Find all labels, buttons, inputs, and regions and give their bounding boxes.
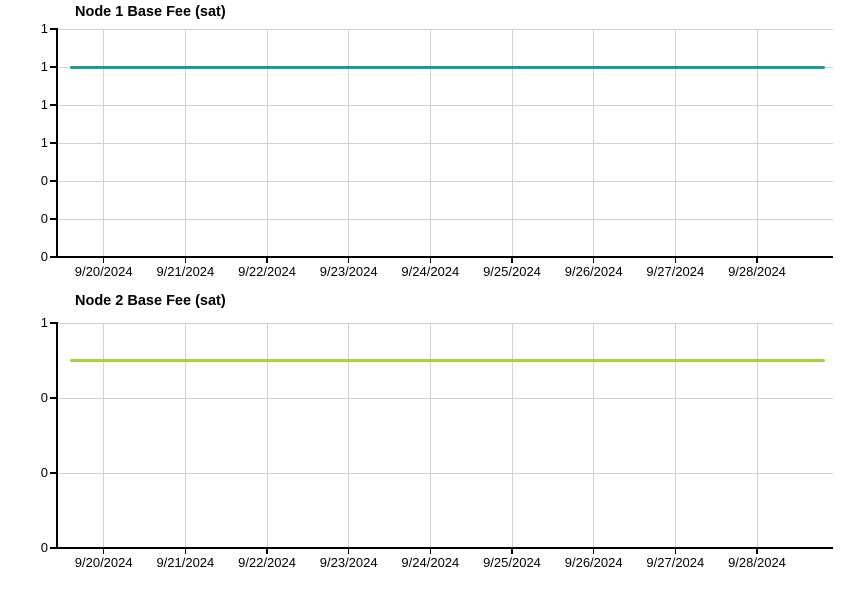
y-axis-line <box>56 323 58 549</box>
x-axis-tick-mark <box>266 548 268 554</box>
gridline-vertical <box>184 323 186 548</box>
y-axis-tick-mark <box>49 322 58 324</box>
y-axis-tick-label: 1 <box>40 315 48 330</box>
base-fee-charts-page: Node 1 Base Fee (sat) 1 1 1 1 0 0 0 9/20/2024 9/… <box>0 0 860 600</box>
x-axis-tick-mark <box>184 548 187 554</box>
x-axis-line <box>56 547 833 549</box>
y-axis-tick-label: 0 <box>40 465 48 480</box>
x-axis-tick-mark <box>756 548 758 554</box>
x-axis-tick-label: 9/23/2024 <box>319 555 378 570</box>
x-axis-tick-label: 9/28/2024 <box>728 555 786 570</box>
x-axis-tick-mark <box>347 548 350 554</box>
gridline-vertical <box>266 323 268 548</box>
y-axis-tick-mark <box>49 547 58 549</box>
gridline-horizontal <box>57 472 833 474</box>
gridline-vertical <box>103 323 105 548</box>
x-axis-tick-mark <box>674 548 677 554</box>
x-axis-tick-label: 9/20/2024 <box>74 555 133 570</box>
x-axis-tick-label: 9/25/2024 <box>483 555 541 570</box>
x-axis-tick-mark <box>102 548 105 554</box>
x-axis-tick-label: 9/24/2024 <box>401 555 460 570</box>
gridline-horizontal <box>57 322 833 324</box>
gridline-vertical <box>348 323 350 548</box>
gridline-vertical <box>674 323 676 548</box>
x-axis-tick-label: 9/26/2024 <box>564 555 623 570</box>
y-axis-tick-mark <box>49 472 58 474</box>
gridline-horizontal <box>57 397 833 399</box>
x-axis-tick-mark <box>429 548 432 554</box>
x-axis-tick-label: 9/22/2024 <box>238 555 296 570</box>
gridline-vertical <box>511 323 513 548</box>
data-line-node-2-base-fee <box>70 359 825 362</box>
gridline-vertical <box>756 323 758 548</box>
y-axis-tick-mark <box>49 397 58 399</box>
y-axis-tick-label: 0 <box>40 540 48 555</box>
y-axis-tick-label: 0 <box>40 390 48 405</box>
x-axis-tick-label: 9/27/2024 <box>646 555 705 570</box>
x-axis-tick-label: 9/21/2024 <box>156 555 215 570</box>
gridline-vertical <box>429 323 431 548</box>
x-axis-tick-mark <box>592 548 595 554</box>
x-axis-tick-mark <box>511 548 513 554</box>
gridline-vertical <box>593 323 595 548</box>
plot-area-node-2: 1 0 0 0 9/20/2024 9/21/2024 9/22/2024 9/23/2024… <box>0 0 860 600</box>
